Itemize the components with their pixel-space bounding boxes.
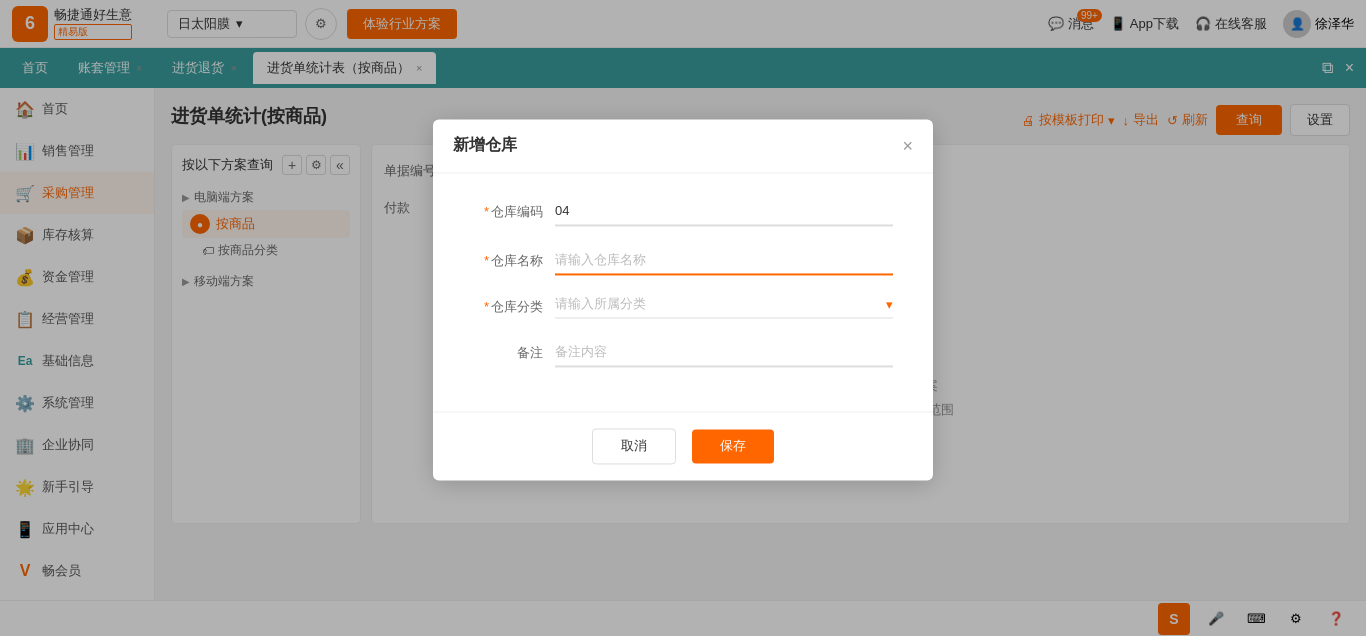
dialog-header: 新增仓库 ×: [433, 119, 933, 173]
warehouse-name-input[interactable]: [555, 246, 893, 275]
warehouse-code-input[interactable]: [555, 197, 893, 226]
warehouse-code-label: * 仓库编码: [473, 203, 543, 221]
warehouse-category-select[interactable]: 请输入所属分类 ▾: [555, 295, 893, 318]
warehouse-category-label: * 仓库分类: [473, 298, 543, 316]
cancel-button[interactable]: 取消: [592, 428, 676, 464]
dialog-title: 新增仓库: [453, 135, 517, 156]
dialog-body: * 仓库编码 * 仓库名称 * 仓库分类 请输入所属分类 ▾: [433, 173, 933, 411]
category-dropdown-icon: ▾: [886, 297, 893, 312]
notes-input[interactable]: [555, 338, 893, 367]
required-mark-category: *: [484, 299, 489, 314]
warehouse-name-label: * 仓库名称: [473, 252, 543, 270]
required-mark-code: *: [484, 204, 489, 219]
notes-label: 备注: [473, 344, 543, 362]
dialog-close-icon[interactable]: ×: [902, 137, 913, 155]
form-row-notes: 备注: [473, 338, 893, 367]
warehouse-category-placeholder: 请输入所属分类: [555, 295, 646, 313]
form-row-name: * 仓库名称: [473, 246, 893, 275]
form-row-category: * 仓库分类 请输入所属分类 ▾: [473, 295, 893, 318]
required-mark-name: *: [484, 253, 489, 268]
form-row-code: * 仓库编码: [473, 197, 893, 226]
dialog-footer: 取消 保存: [433, 411, 933, 480]
save-button[interactable]: 保存: [692, 429, 774, 463]
new-warehouse-dialog: 新增仓库 × * 仓库编码 * 仓库名称 * 仓库分类 请输入: [433, 119, 933, 480]
